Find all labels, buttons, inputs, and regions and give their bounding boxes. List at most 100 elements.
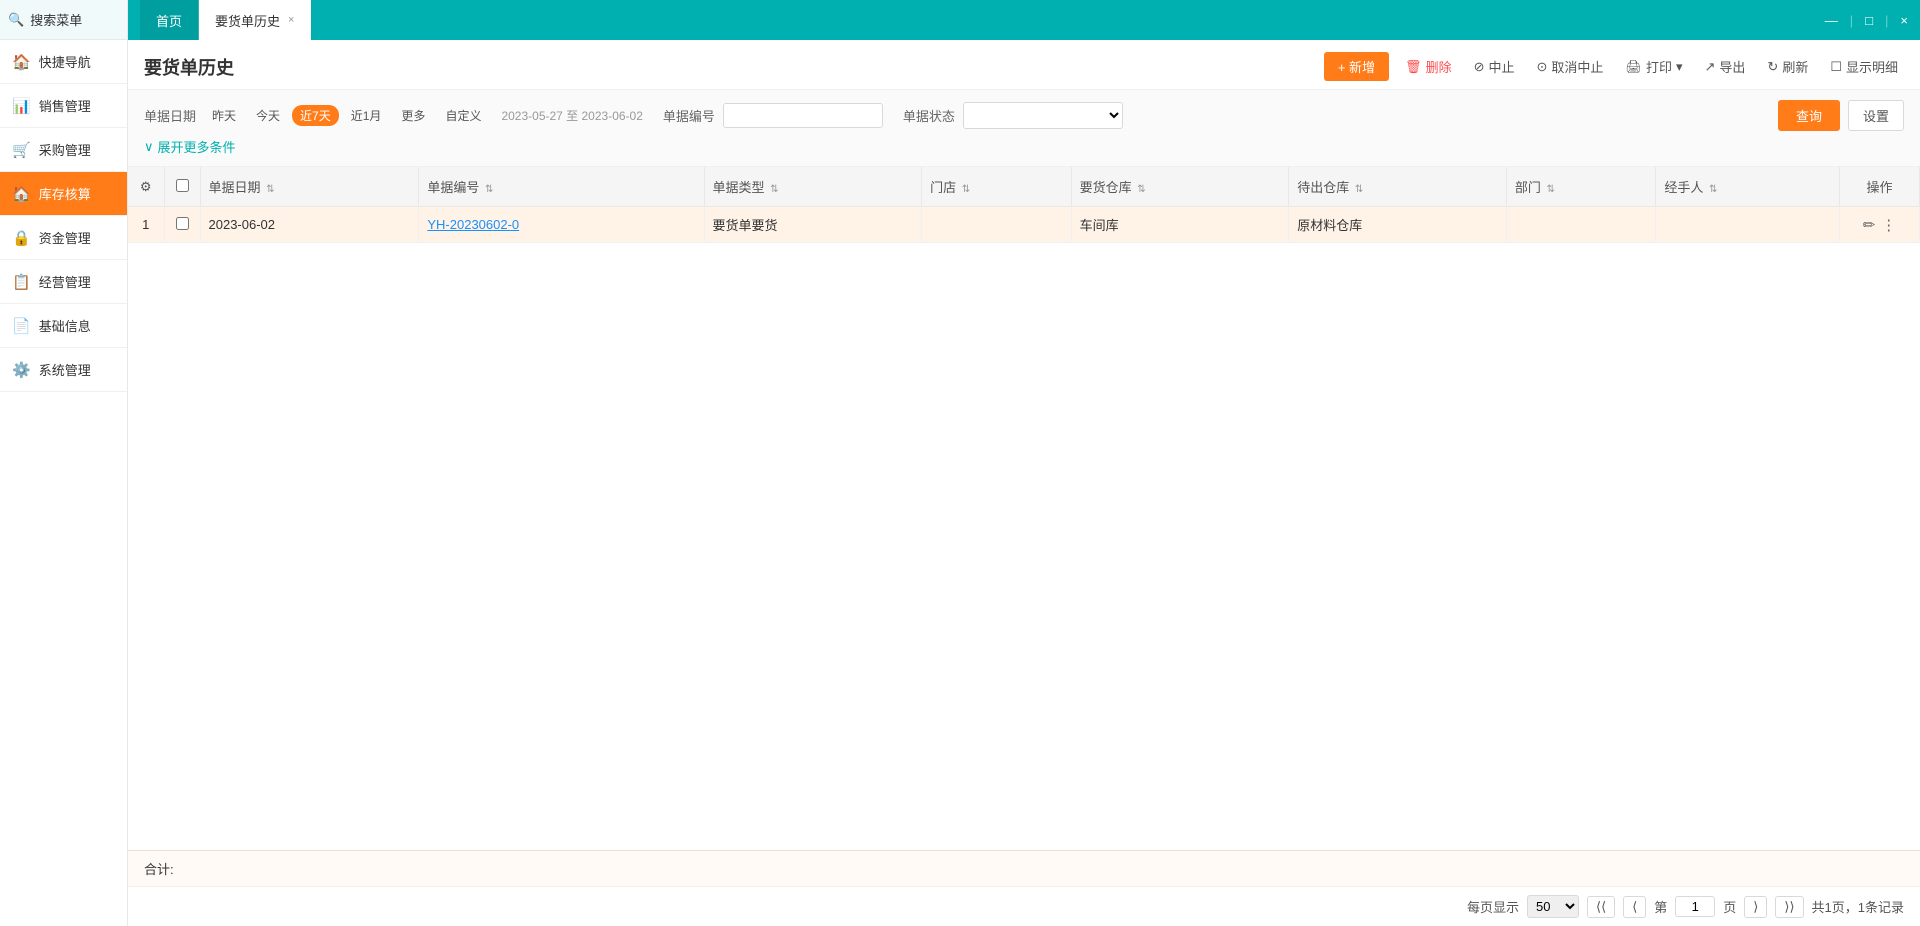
search-icon: 🔍 bbox=[8, 12, 24, 28]
window-maximize-btn[interactable]: □ bbox=[1865, 13, 1873, 28]
finance-icon: 🔒 bbox=[12, 229, 31, 247]
system-icon: ⚙️ bbox=[12, 361, 31, 379]
last-page-btn[interactable]: ⟩⟩ bbox=[1775, 896, 1803, 918]
sidebar-item-operations[interactable]: 📋 经营管理 bbox=[0, 260, 127, 304]
expand-icon: ∨ bbox=[144, 139, 154, 155]
row-store bbox=[922, 207, 1071, 243]
data-table: ⚙ 单据日期 ⇅ 单据编号 ⇅ 单据类型 bbox=[128, 167, 1920, 243]
sidebar-item-label: 采购管理 bbox=[39, 140, 91, 159]
bill-no-input[interactable] bbox=[723, 103, 883, 128]
sort-bill-no-icon[interactable]: ⇅ bbox=[485, 184, 493, 195]
shortcut-last-month[interactable]: 近1月 bbox=[343, 105, 390, 126]
edit-icon[interactable]: ✏ bbox=[1863, 216, 1876, 234]
first-page-btn[interactable]: ⟨⟨ bbox=[1587, 896, 1615, 918]
window-close-btn[interactable]: × bbox=[1900, 13, 1908, 28]
tab-close-icon[interactable]: × bbox=[288, 14, 294, 26]
sidebar-item-label: 系统管理 bbox=[39, 360, 91, 379]
sidebar-item-label: 快捷导航 bbox=[39, 52, 91, 71]
query-button[interactable]: 查询 bbox=[1778, 100, 1840, 131]
export-icon: ↗ bbox=[1704, 59, 1715, 75]
sort-date-icon[interactable]: ⇅ bbox=[266, 184, 274, 195]
row-bill-no[interactable]: YH-20230602-0 bbox=[419, 207, 704, 243]
sidebar-search-label: 搜索菜单 bbox=[30, 10, 82, 29]
shortcut-today[interactable]: 今天 bbox=[248, 105, 288, 126]
print-dropdown-icon: ▾ bbox=[1676, 59, 1683, 75]
sidebar-item-label: 库存核算 bbox=[39, 184, 91, 203]
row-select-checkbox[interactable] bbox=[176, 217, 189, 230]
export-button[interactable]: ↗ 导出 bbox=[1698, 53, 1751, 80]
col-department: 部门 ⇅ bbox=[1506, 167, 1655, 207]
row-checkbox[interactable] bbox=[164, 207, 200, 243]
summary-label: 合计: bbox=[144, 859, 174, 878]
shortcut-custom[interactable]: 自定义 bbox=[437, 105, 489, 126]
row-req-warehouse: 车间库 bbox=[1071, 207, 1289, 243]
sidebar-item-finance[interactable]: 🔒 资金管理 bbox=[0, 216, 127, 260]
new-button[interactable]: + 新增 bbox=[1324, 52, 1389, 81]
display-detail-button[interactable]: ☐ 显示明细 bbox=[1824, 53, 1904, 80]
row-date: 2023-06-02 bbox=[200, 207, 419, 243]
next-page-btn[interactable]: ⟩ bbox=[1744, 896, 1767, 918]
topbar: 首页 要货单历史 × — | □ | × bbox=[128, 0, 1920, 40]
table-wrapper: ⚙ 单据日期 ⇅ 单据编号 ⇅ 单据类型 bbox=[128, 167, 1920, 850]
sidebar-item-basic-info[interactable]: 📄 基础信息 bbox=[0, 304, 127, 348]
tab-requisition-label: 要货单历史 bbox=[215, 11, 280, 30]
cancel-stop-button[interactable]: ⊙ 取消中止 bbox=[1531, 53, 1610, 80]
sidebar-item-quick-nav[interactable]: 🏠 快捷导航 bbox=[0, 40, 127, 84]
page-input[interactable] bbox=[1675, 896, 1715, 917]
checkbox-icon: ☐ bbox=[1830, 59, 1842, 75]
stop-icon: ⊘ bbox=[1474, 59, 1485, 75]
sort-store-icon[interactable]: ⇅ bbox=[962, 184, 970, 195]
sort-req-warehouse-icon[interactable]: ⇅ bbox=[1137, 184, 1145, 195]
sidebar-item-sales[interactable]: 📊 销售管理 bbox=[0, 84, 127, 128]
row-pending-warehouse: 原材料仓库 bbox=[1289, 207, 1507, 243]
more-icon[interactable]: ⋮ bbox=[1881, 216, 1896, 234]
tab-home[interactable]: 首页 bbox=[140, 0, 199, 40]
filter-row: 单据日期 昨天 今天 近7天 近1月 更多 自定义 2023-05-27 至 2… bbox=[144, 100, 1904, 131]
sort-department-icon[interactable]: ⇅ bbox=[1547, 184, 1555, 195]
shortcut-more[interactable]: 更多 bbox=[393, 105, 433, 126]
date-filter-group: 单据日期 昨天 今天 近7天 近1月 更多 自定义 2023-05-27 至 2… bbox=[144, 105, 643, 126]
home-icon: 🏠 bbox=[12, 53, 31, 71]
bill-no-label: 单据编号 bbox=[663, 106, 715, 125]
prev-page-btn[interactable]: ⟨ bbox=[1623, 896, 1646, 918]
sort-pending-warehouse-icon[interactable]: ⇅ bbox=[1355, 184, 1363, 195]
delete-button[interactable]: 🗑 删除 bbox=[1399, 53, 1458, 80]
select-all-checkbox[interactable] bbox=[176, 179, 189, 192]
page-header: 要货单历史 + 新增 🗑 删除 ⊘ 中止 ⊙ 取消中止 🖨 打印 bbox=[128, 40, 1920, 90]
bill-no-link[interactable]: YH-20230602-0 bbox=[427, 217, 519, 232]
status-select[interactable] bbox=[963, 102, 1123, 129]
date-filter-label: 单据日期 bbox=[144, 106, 196, 125]
sidebar-item-label: 基础信息 bbox=[39, 316, 91, 335]
sidebar-item-label: 销售管理 bbox=[39, 96, 91, 115]
tab-home-label: 首页 bbox=[156, 11, 182, 30]
print-button[interactable]: 🖨 打印 ▾ bbox=[1619, 53, 1688, 80]
expand-more-btn[interactable]: ∨ 展开更多条件 bbox=[144, 137, 1904, 156]
status-label: 单据状态 bbox=[903, 106, 955, 125]
sidebar-item-system[interactable]: ⚙️ 系统管理 bbox=[0, 348, 127, 392]
sidebar-search[interactable]: 🔍 搜索菜单 bbox=[0, 0, 127, 40]
shortcut-yesterday[interactable]: 昨天 bbox=[204, 105, 244, 126]
sidebar-item-inventory[interactable]: 🏠 库存核算 bbox=[0, 172, 127, 216]
page-label: 第 bbox=[1654, 897, 1667, 916]
refresh-button[interactable]: ↻ 刷新 bbox=[1761, 53, 1814, 80]
row-no: 1 bbox=[128, 207, 164, 243]
filter-bar: 单据日期 昨天 今天 近7天 近1月 更多 自定义 2023-05-27 至 2… bbox=[128, 90, 1920, 167]
col-handler: 经手人 ⇅ bbox=[1656, 167, 1840, 207]
table-row[interactable]: 1 2023-06-02 YH-20230602-0 要货单要货 车间库 原材料… bbox=[128, 207, 1920, 243]
tab-requisition-history[interactable]: 要货单历史 × bbox=[199, 0, 311, 40]
sort-bill-type-icon[interactable]: ⇅ bbox=[770, 184, 778, 195]
col-pending-warehouse: 待出仓库 ⇅ bbox=[1289, 167, 1507, 207]
shortcut-last7days[interactable]: 近7天 bbox=[292, 105, 339, 126]
sidebar-item-purchase[interactable]: 🛒 采购管理 bbox=[0, 128, 127, 172]
col-bill-no: 单据编号 ⇅ bbox=[419, 167, 704, 207]
delete-icon: 🗑 bbox=[1405, 59, 1422, 75]
col-settings[interactable]: ⚙ bbox=[128, 167, 164, 207]
filter-settings-button[interactable]: 设置 bbox=[1848, 100, 1904, 131]
row-actions: ✏ ⋮ bbox=[1840, 207, 1920, 243]
refresh-icon: ↻ bbox=[1767, 59, 1778, 75]
sort-handler-icon[interactable]: ⇅ bbox=[1709, 184, 1717, 195]
window-minimize-btn[interactable]: — bbox=[1825, 13, 1838, 28]
per-page-select[interactable]: 50 10 20 100 bbox=[1527, 895, 1579, 918]
table-header-row: ⚙ 单据日期 ⇅ 单据编号 ⇅ 单据类型 bbox=[128, 167, 1920, 207]
stop-button[interactable]: ⊘ 中止 bbox=[1468, 53, 1521, 80]
